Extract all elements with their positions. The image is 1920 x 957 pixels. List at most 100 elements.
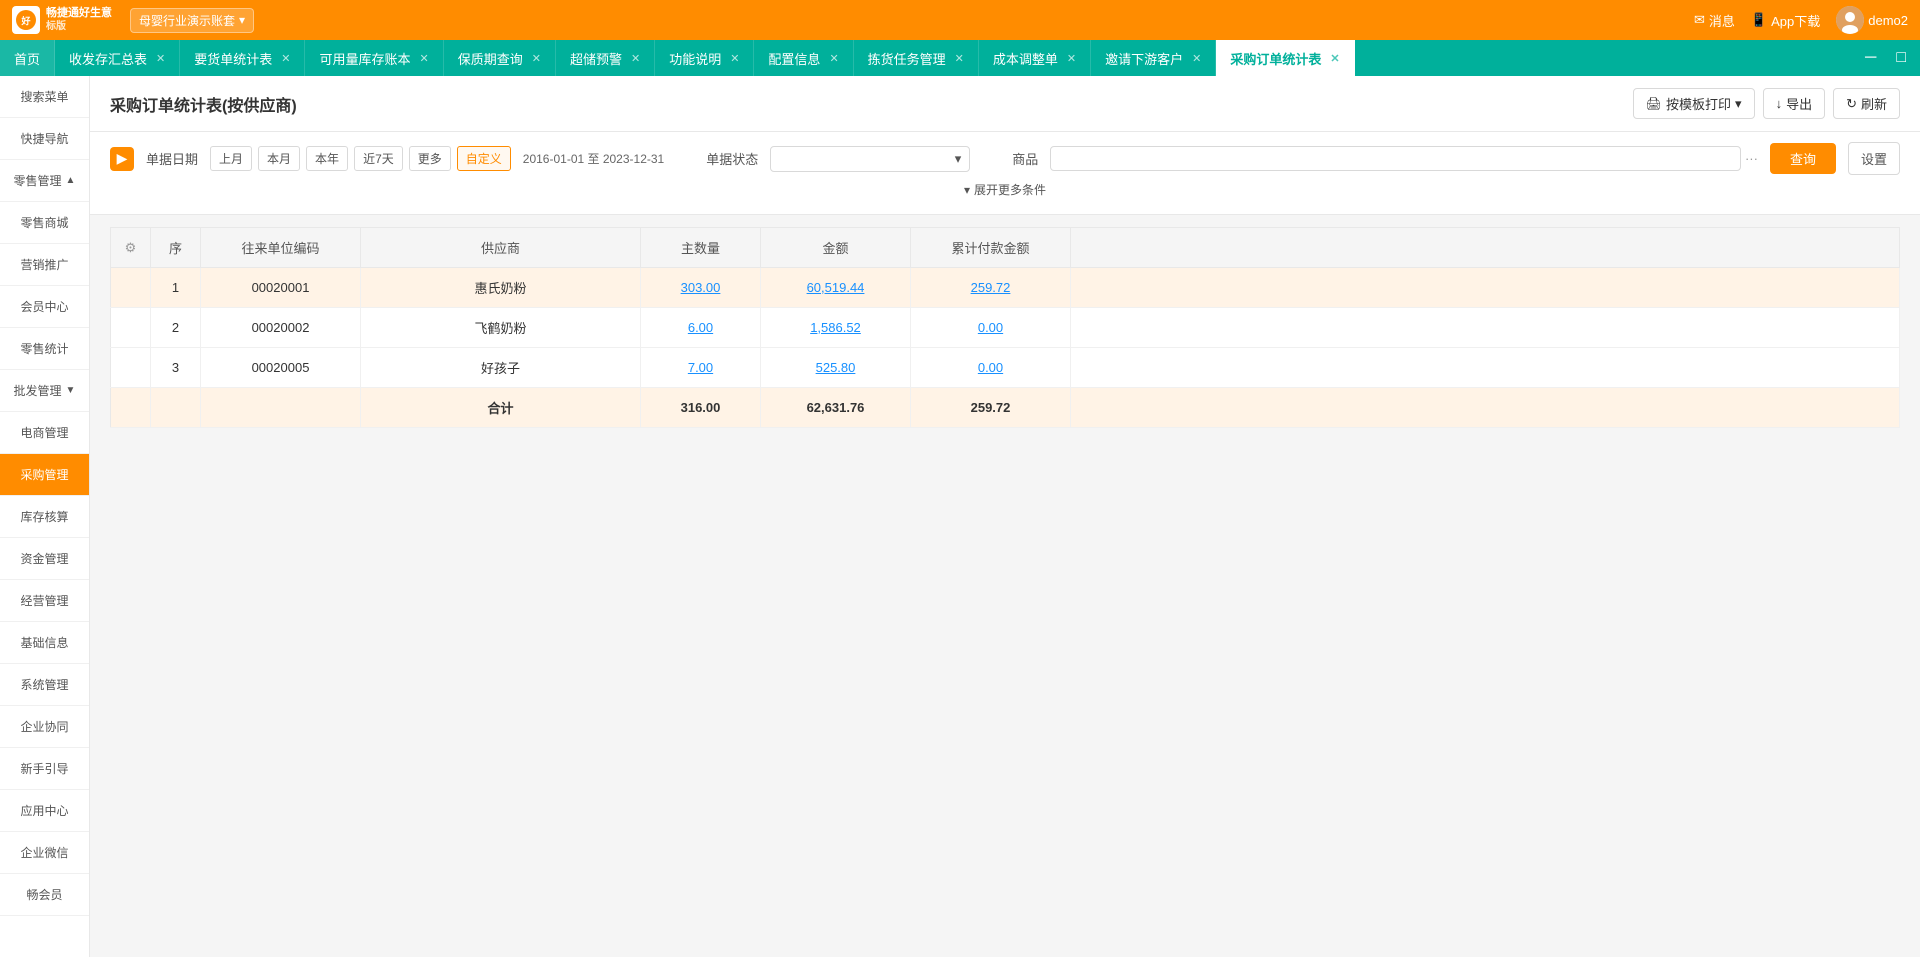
footer-paid: 259.72 (911, 388, 1071, 428)
message-button[interactable]: ✉ 消息 (1694, 11, 1735, 30)
page-title: 采购订单统计表(按供应商) (110, 92, 297, 116)
col-header-amount: 金额 (761, 228, 911, 268)
col-header-code: 往来单位编码 (201, 228, 361, 268)
logo-area: 好 畅捷通好生意 标版 (12, 6, 112, 34)
close-icon[interactable]: ✕ (1067, 52, 1076, 65)
close-icon[interactable]: ✕ (156, 52, 165, 65)
app-download-button[interactable]: 📱 App下载 (1751, 11, 1820, 30)
printer-icon: 🖨 (1646, 96, 1663, 112)
sidebar-item-app-center[interactable]: 应用中心 (0, 790, 89, 832)
col-header-supplier: 供应商 (361, 228, 641, 268)
sidebar-item-finance-mgmt[interactable]: 资金管理 (0, 538, 89, 580)
close-icon[interactable]: ✕ (281, 52, 290, 65)
sidebar-item-member-center[interactable]: 会员中心 (0, 286, 89, 328)
table-row[interactable]: 2 00020002 飞鹤奶粉 6.00 1,586.52 0.00 (111, 308, 1900, 348)
sidebar-item-basic-info[interactable]: 基础信息 (0, 622, 89, 664)
sidebar-item-retail-stats[interactable]: 零售统计 (0, 328, 89, 370)
filter-date-this-month[interactable]: 本月 (258, 146, 300, 171)
close-icon[interactable]: ✕ (1330, 52, 1339, 65)
footer-label: 合计 (361, 388, 641, 428)
table-footer-row: 合计 316.00 62,631.76 259.72 (111, 388, 1900, 428)
ellipsis-icon[interactable]: ··· (1745, 151, 1758, 166)
tab-function-desc[interactable]: 功能说明 ✕ (655, 40, 754, 76)
footer-amount: 62,631.76 (761, 388, 911, 428)
sidebar-item-ecommerce[interactable]: 电商管理 (0, 412, 89, 454)
col-header-paid: 累计付款金额 (911, 228, 1071, 268)
sidebar-item-system-mgmt[interactable]: 系统管理 (0, 664, 89, 706)
sidebar-item-search[interactable]: 搜索菜单 (0, 76, 89, 118)
logo-text: 畅捷通好生意 标版 (46, 7, 112, 32)
tab-overstock[interactable]: 超储预警 ✕ (556, 40, 655, 76)
close-icon[interactable]: ✕ (730, 52, 739, 65)
tab-order-summary[interactable]: 要货单统计表 ✕ (180, 40, 305, 76)
minimize-button[interactable]: ─ (1859, 47, 1882, 69)
close-icon[interactable]: ✕ (829, 52, 838, 65)
table-row[interactable]: 3 00020005 好孩子 7.00 525.80 0.00 (111, 348, 1900, 388)
goods-filter-label: 商品 (1012, 149, 1038, 168)
filter-status-select[interactable]: ▾ (770, 146, 970, 172)
tab-invite-downstream[interactable]: 邀请下游客户 ✕ (1091, 40, 1216, 76)
chevron-down-icon: ▾ (964, 183, 970, 197)
workspace-selector[interactable]: 母婴行业演示账套 ▾ (130, 8, 254, 33)
main-content: 采购订单统计表(按供应商) 🖨 按模板打印 ▾ ↓ 导出 ↻ 刷新 (90, 76, 1920, 957)
chevron-down-icon: ▼ (66, 385, 76, 396)
sidebar-item-purchase-mgmt[interactable]: 采购管理 (0, 454, 89, 496)
col-header-settings[interactable]: ⚙ (111, 228, 151, 268)
filter-date-last-month[interactable]: 上月 (210, 146, 252, 171)
close-icon[interactable]: ✕ (631, 52, 640, 65)
tab-collect-pay[interactable]: 收发存汇总表 ✕ (55, 40, 180, 76)
goods-filter-input[interactable] (1050, 146, 1741, 171)
filter-date-range-text: 2016-01-01 至 2023-12-31 (523, 150, 664, 167)
expand-more-button[interactable]: ▾ 展开更多条件 (110, 175, 1900, 204)
top-bar-right: ✉ 消息 📱 App下载 demo2 (1694, 6, 1908, 34)
template-print-button[interactable]: 🖨 按模板打印 ▾ (1633, 88, 1755, 119)
tab-home[interactable]: 首页 (0, 40, 55, 76)
sidebar-item-marketing[interactable]: 营销推广 (0, 244, 89, 286)
sidebar-item-operation-mgmt[interactable]: 经营管理 (0, 580, 89, 622)
close-icon[interactable]: ✕ (1192, 52, 1201, 65)
status-filter-label: 单据状态 (706, 149, 758, 168)
filter-date-more[interactable]: 更多 (409, 146, 451, 171)
user-profile-button[interactable]: demo2 (1836, 6, 1908, 34)
sidebar-item-retail-shop[interactable]: 零售商城 (0, 202, 89, 244)
close-icon[interactable]: ✕ (955, 52, 964, 65)
layout: 搜索菜单 快捷导航 零售管理 ▲ 零售商城 营销推广 会员中心 零售统计 批发管… (0, 76, 1920, 957)
table-row[interactable]: 1 00020001 惠氏奶粉 303.00 60,519.44 259.72 (111, 268, 1900, 308)
svg-text:好: 好 (20, 15, 30, 26)
nav-window-controls: ─ □ (1851, 40, 1920, 76)
avatar (1836, 6, 1864, 34)
filter-collapse-button[interactable]: ▶ (110, 147, 134, 171)
export-button[interactable]: ↓ 导出 (1763, 88, 1826, 119)
nav-tabs: 首页 收发存汇总表 ✕ 要货单统计表 ✕ 可用量库存账本 ✕ 保质期查询 ✕ 超… (0, 40, 1920, 76)
search-button[interactable]: 查询 (1770, 143, 1836, 174)
tab-available-stock[interactable]: 可用量库存账本 ✕ (305, 40, 443, 76)
close-icon[interactable]: ✕ (420, 52, 429, 65)
sidebar-item-wholesale-mgmt[interactable]: 批发管理 ▼ (0, 370, 89, 412)
filter-date-7days[interactable]: 近7天 (354, 146, 403, 171)
filter-date-this-year[interactable]: 本年 (306, 146, 348, 171)
data-table: ⚙ 序 往来单位编码 供应商 主数量 金额 累计付款金额 1 00020001 (110, 227, 1900, 428)
sidebar-item-enterprise-wechat[interactable]: 企业微信 (0, 832, 89, 874)
refresh-button[interactable]: ↻ 刷新 (1833, 88, 1900, 119)
export-icon: ↓ (1776, 96, 1783, 111)
sidebar-item-stock-check[interactable]: 库存核算 (0, 496, 89, 538)
col-header-extra (1071, 228, 1900, 268)
message-icon: ✉ (1694, 12, 1705, 28)
sidebar-item-vip-member[interactable]: 畅会员 (0, 874, 89, 916)
col-header-qty: 主数量 (641, 228, 761, 268)
tab-cost-adjust[interactable]: 成本调整单 ✕ (979, 40, 1091, 76)
chevron-down-icon: ▾ (955, 151, 962, 167)
tab-config-info[interactable]: 配置信息 ✕ (754, 40, 853, 76)
setting-button[interactable]: 设置 (1848, 142, 1900, 175)
sidebar-item-retail-mgmt[interactable]: 零售管理 ▲ (0, 160, 89, 202)
sidebar-item-enterprise-collab[interactable]: 企业协同 (0, 706, 89, 748)
tab-purchase-summary[interactable]: 采购订单统计表 ✕ (1216, 40, 1354, 76)
sidebar-item-new-guide[interactable]: 新手引导 (0, 748, 89, 790)
sidebar-item-quick-nav[interactable]: 快捷导航 (0, 118, 89, 160)
tab-warranty[interactable]: 保质期查询 ✕ (444, 40, 556, 76)
tab-pick-task[interactable]: 拣货任务管理 ✕ (854, 40, 979, 76)
maximize-button[interactable]: □ (1890, 47, 1912, 69)
close-icon[interactable]: ✕ (532, 52, 541, 65)
settings-icon[interactable]: ⚙ (125, 240, 137, 255)
col-header-num: 序 (151, 228, 201, 268)
